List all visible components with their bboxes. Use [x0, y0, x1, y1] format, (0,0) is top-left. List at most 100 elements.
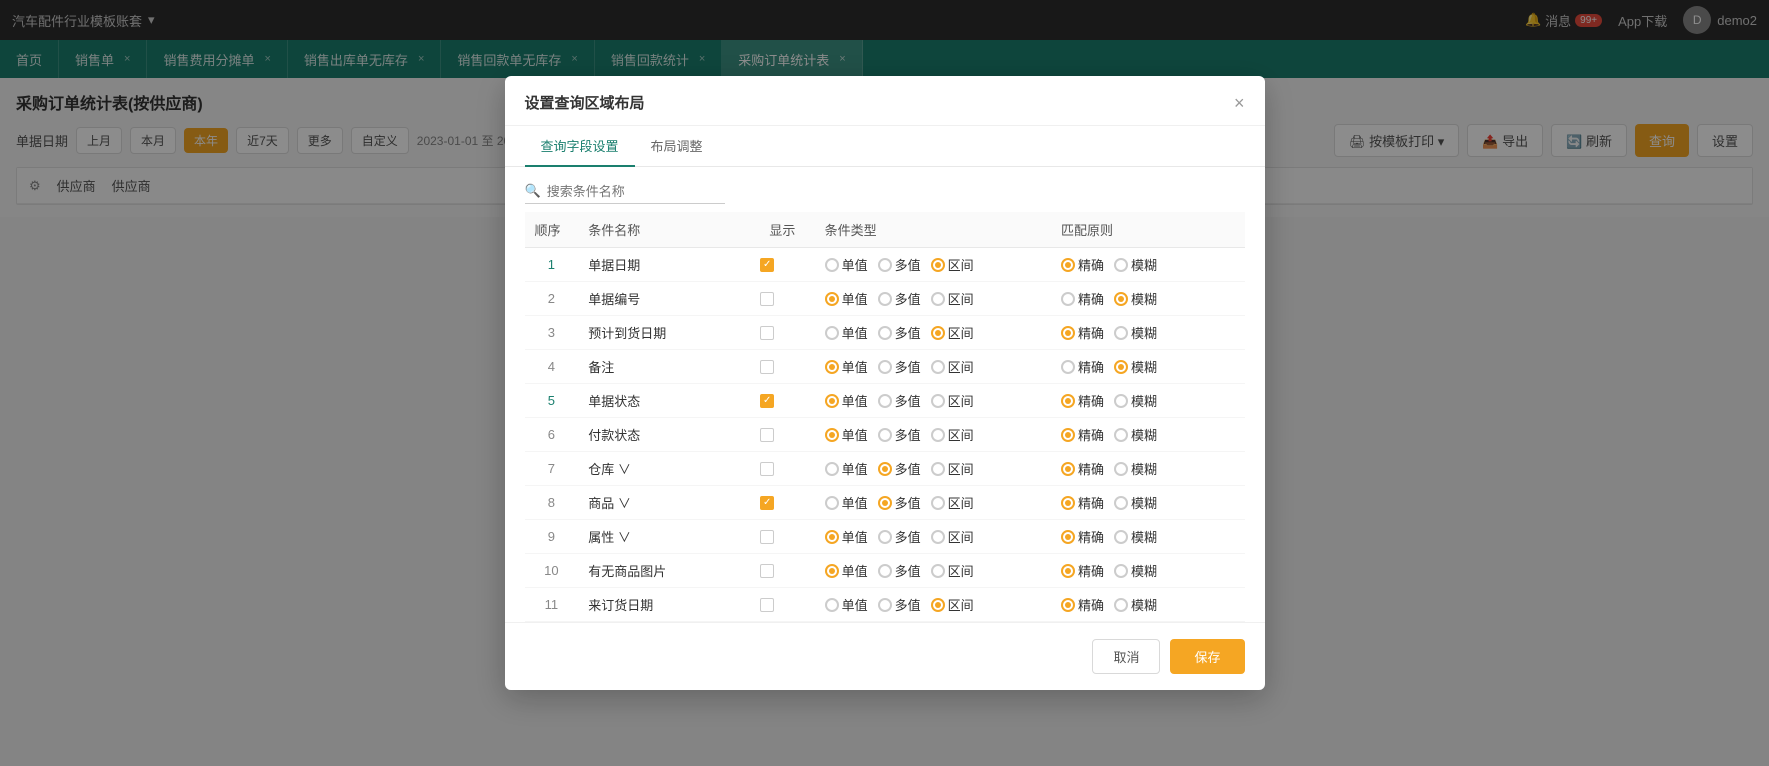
checkbox-5[interactable] — [760, 428, 774, 442]
radio-type-区间-4[interactable]: 区间 — [931, 391, 974, 410]
checkbox-0[interactable]: ✓ — [760, 258, 774, 272]
radio-type-区间-5[interactable]: 区间 — [931, 425, 974, 444]
radio-type-区间-8[interactable]: 区间 — [931, 527, 974, 546]
table-row: 3预计到货日期单值多值区间精确模糊 — [525, 316, 1245, 350]
row-type-9: 单值多值区间 — [815, 554, 1051, 588]
radio-type-区间-10[interactable]: 区间 — [931, 595, 974, 614]
checkbox-1[interactable] — [760, 292, 774, 306]
row-show-8[interactable] — [750, 520, 814, 554]
table-row: 2单据编号单值多值区间精确模糊 — [525, 282, 1245, 316]
radio-match-circle-1 — [1114, 292, 1128, 306]
radio-type-多值-5[interactable]: 多值 — [878, 425, 921, 444]
radio-type-多值-10[interactable]: 多值 — [878, 595, 921, 614]
cancel-button[interactable]: 取消 — [1092, 639, 1160, 674]
radio-match-模糊-1[interactable]: 模糊 — [1114, 289, 1157, 308]
radio-match-circle-6 — [1114, 462, 1128, 476]
table-row: 1单据日期✓单值多值区间精确模糊 — [525, 248, 1245, 282]
radio-match-模糊-7[interactable]: 模糊 — [1114, 493, 1157, 512]
radio-type-多值-1[interactable]: 多值 — [878, 289, 921, 308]
radio-type-单值-7[interactable]: 单值 — [825, 493, 868, 512]
radio-type-单值-6[interactable]: 单值 — [825, 459, 868, 478]
dialog-tab-layout[interactable]: 布局调整 — [635, 126, 719, 167]
radio-match-精确-1[interactable]: 精确 — [1061, 289, 1104, 308]
radio-match-模糊-6[interactable]: 模糊 — [1114, 459, 1157, 478]
radio-match-精确-7[interactable]: 精确 — [1061, 493, 1104, 512]
th-show: 显示 — [750, 212, 814, 248]
radio-type-区间-2[interactable]: 区间 — [931, 323, 974, 342]
radio-type-区间-1[interactable]: 区间 — [931, 289, 974, 308]
row-show-5[interactable] — [750, 418, 814, 452]
radio-match-精确-8[interactable]: 精确 — [1061, 527, 1104, 546]
row-show-4[interactable]: ✓ — [750, 384, 814, 418]
row-show-6[interactable] — [750, 452, 814, 486]
dialog-tab-query[interactable]: 查询字段设置 — [525, 126, 635, 167]
row-show-7[interactable]: ✓ — [750, 486, 814, 520]
radio-type-单值-9[interactable]: 单值 — [825, 561, 868, 580]
radio-type-区间-3[interactable]: 区间 — [931, 357, 974, 376]
checkbox-9[interactable] — [760, 564, 774, 578]
radio-match-精确-10[interactable]: 精确 — [1061, 595, 1104, 614]
radio-type-单值-8[interactable]: 单值 — [825, 527, 868, 546]
radio-type-多值-4[interactable]: 多值 — [878, 391, 921, 410]
checkbox-4[interactable]: ✓ — [760, 394, 774, 408]
radio-match-精确-4[interactable]: 精确 — [1061, 391, 1104, 410]
save-button[interactable]: 保存 — [1170, 639, 1244, 674]
radio-type-单值-5[interactable]: 单值 — [825, 425, 868, 444]
radio-type-单值-2[interactable]: 单值 — [825, 323, 868, 342]
radio-match-circle-9 — [1114, 564, 1128, 578]
dialog-close-button[interactable]: × — [1234, 94, 1245, 112]
radio-match-circle-5 — [1114, 428, 1128, 442]
radio-match-模糊-9[interactable]: 模糊 — [1114, 561, 1157, 580]
radio-circle-9 — [825, 564, 839, 578]
checkbox-7[interactable]: ✓ — [760, 496, 774, 510]
radio-type-单值-10[interactable]: 单值 — [825, 595, 868, 614]
checkbox-2[interactable] — [760, 326, 774, 340]
row-show-3[interactable] — [750, 350, 814, 384]
radio-match-模糊-10[interactable]: 模糊 — [1114, 595, 1157, 614]
radio-match-模糊-5[interactable]: 模糊 — [1114, 425, 1157, 444]
radio-match-精确-9[interactable]: 精确 — [1061, 561, 1104, 580]
row-show-0[interactable]: ✓ — [750, 248, 814, 282]
radio-type-多值-3[interactable]: 多值 — [878, 357, 921, 376]
radio-match-模糊-0[interactable]: 模糊 — [1114, 255, 1157, 274]
radio-type-多值-7[interactable]: 多值 — [878, 493, 921, 512]
radio-type-多值-6[interactable]: 多值 — [878, 459, 921, 478]
radio-match-模糊-2[interactable]: 模糊 — [1114, 323, 1157, 342]
checkbox-6[interactable] — [760, 462, 774, 476]
radio-match-模糊-4[interactable]: 模糊 — [1114, 391, 1157, 410]
radio-match-精确-0[interactable]: 精确 — [1061, 255, 1104, 274]
radio-circle-9 — [931, 564, 945, 578]
row-show-1[interactable] — [750, 282, 814, 316]
checkbox-3[interactable] — [760, 360, 774, 374]
radio-match-精确-6[interactable]: 精确 — [1061, 459, 1104, 478]
radio-match-精确-2[interactable]: 精确 — [1061, 323, 1104, 342]
row-show-10[interactable] — [750, 588, 814, 622]
radio-type-区间-7[interactable]: 区间 — [931, 493, 974, 512]
radio-match-circle-10 — [1061, 598, 1075, 612]
modal-overlay: 设置查询区域布局 × 查询字段设置 布局调整 🔍 顺序 — [0, 0, 1769, 766]
radio-type-区间-9[interactable]: 区间 — [931, 561, 974, 580]
radio-type-多值-2[interactable]: 多值 — [878, 323, 921, 342]
radio-type-区间-0[interactable]: 区间 — [931, 255, 974, 274]
checkbox-8[interactable] — [760, 530, 774, 544]
th-type: 条件类型 — [815, 212, 1051, 248]
radio-type-区间-6[interactable]: 区间 — [931, 459, 974, 478]
radio-type-单值-4[interactable]: 单值 — [825, 391, 868, 410]
radio-match-精确-5[interactable]: 精确 — [1061, 425, 1104, 444]
radio-circle-0 — [825, 258, 839, 272]
radio-match-模糊-8[interactable]: 模糊 — [1114, 527, 1157, 546]
table-row: 5单据状态✓单值多值区间精确模糊 — [525, 384, 1245, 418]
radio-type-单值-0[interactable]: 单值 — [825, 255, 868, 274]
search-input[interactable] — [547, 184, 707, 199]
radio-type-多值-0[interactable]: 多值 — [878, 255, 921, 274]
radio-type-单值-1[interactable]: 单值 — [825, 289, 868, 308]
checkbox-10[interactable] — [760, 598, 774, 612]
row-show-2[interactable] — [750, 316, 814, 350]
row-show-9[interactable] — [750, 554, 814, 588]
radio-type-单值-3[interactable]: 单值 — [825, 357, 868, 376]
radio-circle-8 — [825, 530, 839, 544]
radio-match-模糊-3[interactable]: 模糊 — [1114, 357, 1157, 376]
radio-match-精确-3[interactable]: 精确 — [1061, 357, 1104, 376]
radio-type-多值-8[interactable]: 多值 — [878, 527, 921, 546]
radio-type-多值-9[interactable]: 多值 — [878, 561, 921, 580]
